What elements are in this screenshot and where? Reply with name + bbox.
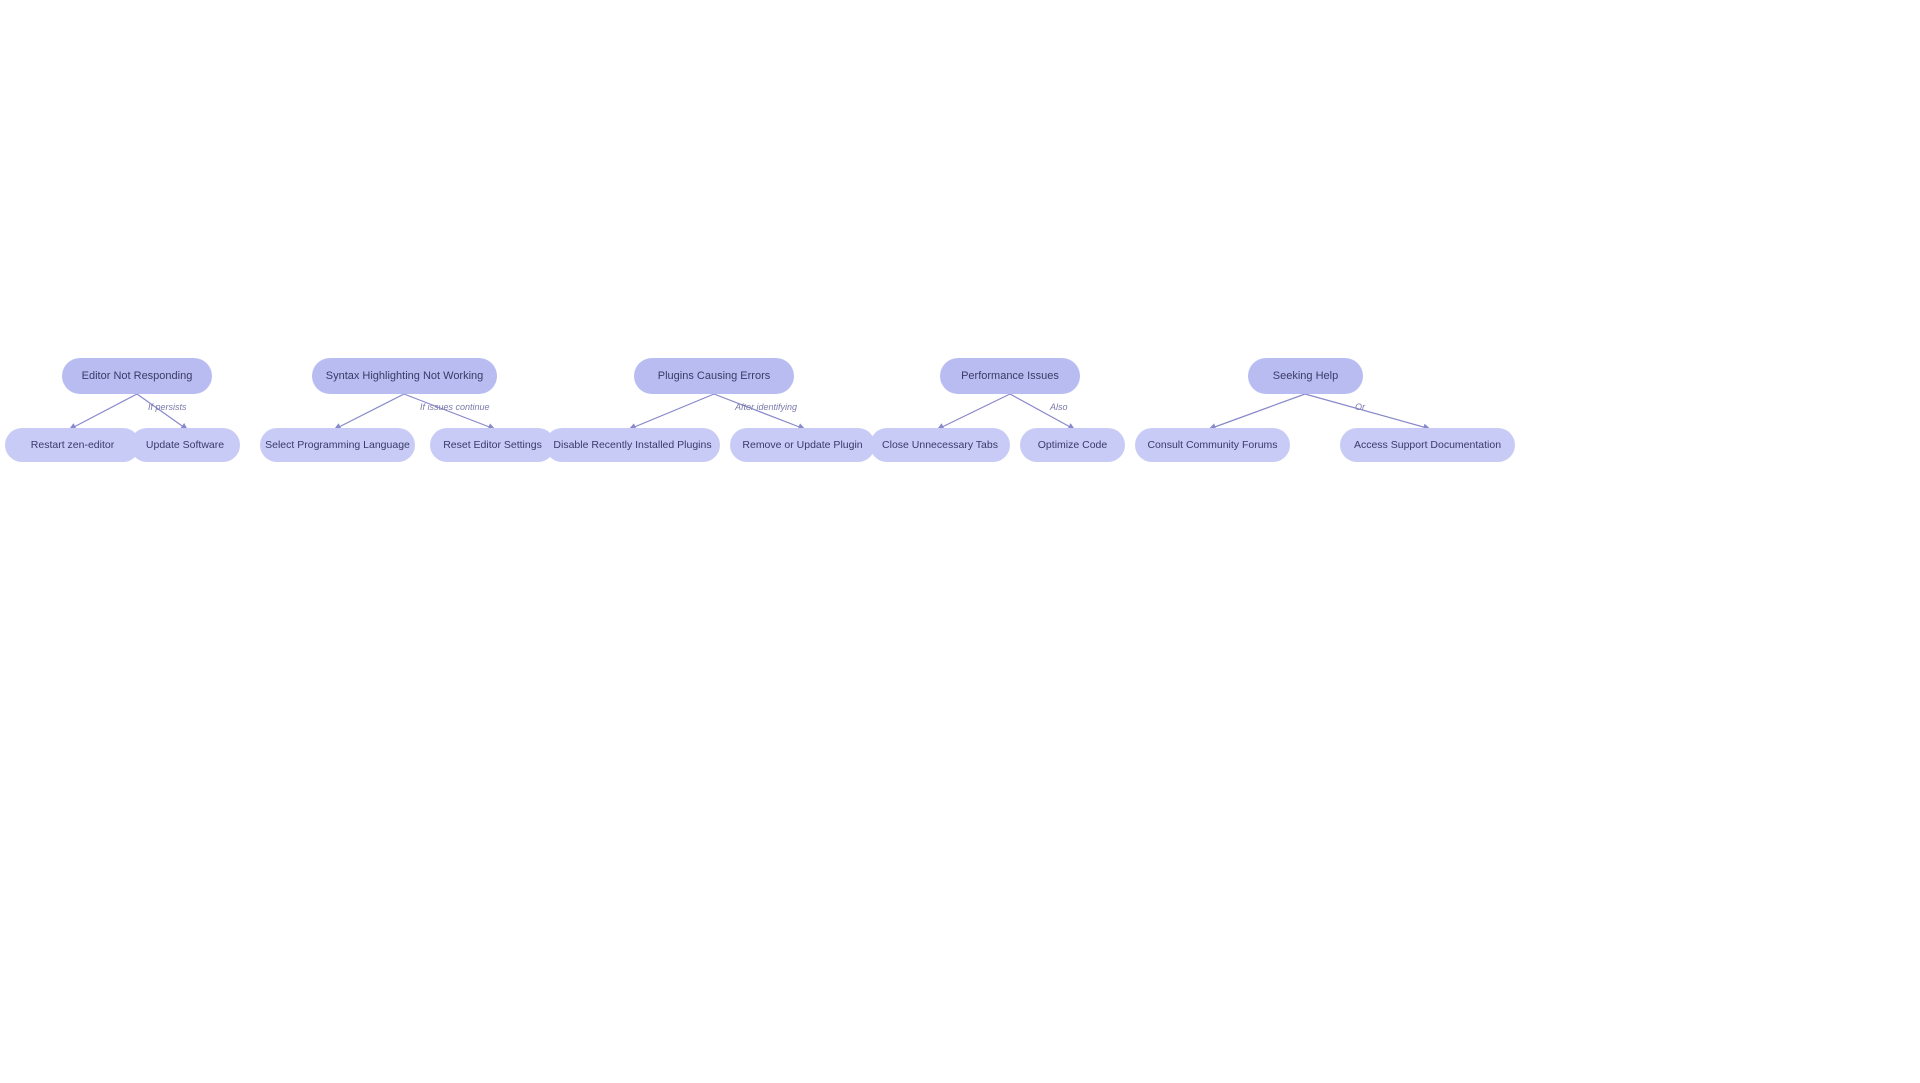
node-syntax-highlighting[interactable]: Syntax Highlighting Not Working	[312, 358, 497, 394]
node-reset-editor-settings[interactable]: Reset Editor Settings	[430, 428, 555, 462]
node-close-tabs[interactable]: Close Unnecessary Tabs	[870, 428, 1010, 462]
node-disable-plugins[interactable]: Disable Recently Installed Plugins	[545, 428, 720, 462]
node-plugins-causing-errors[interactable]: Plugins Causing Errors	[634, 358, 794, 394]
node-editor-not-responding[interactable]: Editor Not Responding	[62, 358, 212, 394]
node-select-programming-language[interactable]: Select Programming Language	[260, 428, 415, 462]
diagram-container: Editor Not Responding If persists Restar…	[0, 0, 1920, 1083]
connector-label-after-identifying: After identifying	[735, 402, 797, 412]
node-performance-issues[interactable]: Performance Issues	[940, 358, 1080, 394]
node-update-software[interactable]: Update Software	[130, 428, 240, 462]
connector-lines	[0, 0, 1920, 1083]
node-restart-zen-editor[interactable]: Restart zen-editor	[5, 428, 140, 462]
node-consult-forums[interactable]: Consult Community Forums	[1135, 428, 1290, 462]
connector-label-if-persists: If persists	[148, 402, 187, 412]
node-seeking-help[interactable]: Seeking Help	[1248, 358, 1363, 394]
connector-label-also: Also	[1050, 402, 1068, 412]
connector-label-if-issues: If issues continue	[420, 402, 490, 412]
node-remove-update-plugin[interactable]: Remove or Update Plugin	[730, 428, 875, 462]
node-optimize-code[interactable]: Optimize Code	[1020, 428, 1125, 462]
node-access-support-docs[interactable]: Access Support Documentation	[1340, 428, 1515, 462]
connector-label-or: Or	[1355, 402, 1365, 412]
